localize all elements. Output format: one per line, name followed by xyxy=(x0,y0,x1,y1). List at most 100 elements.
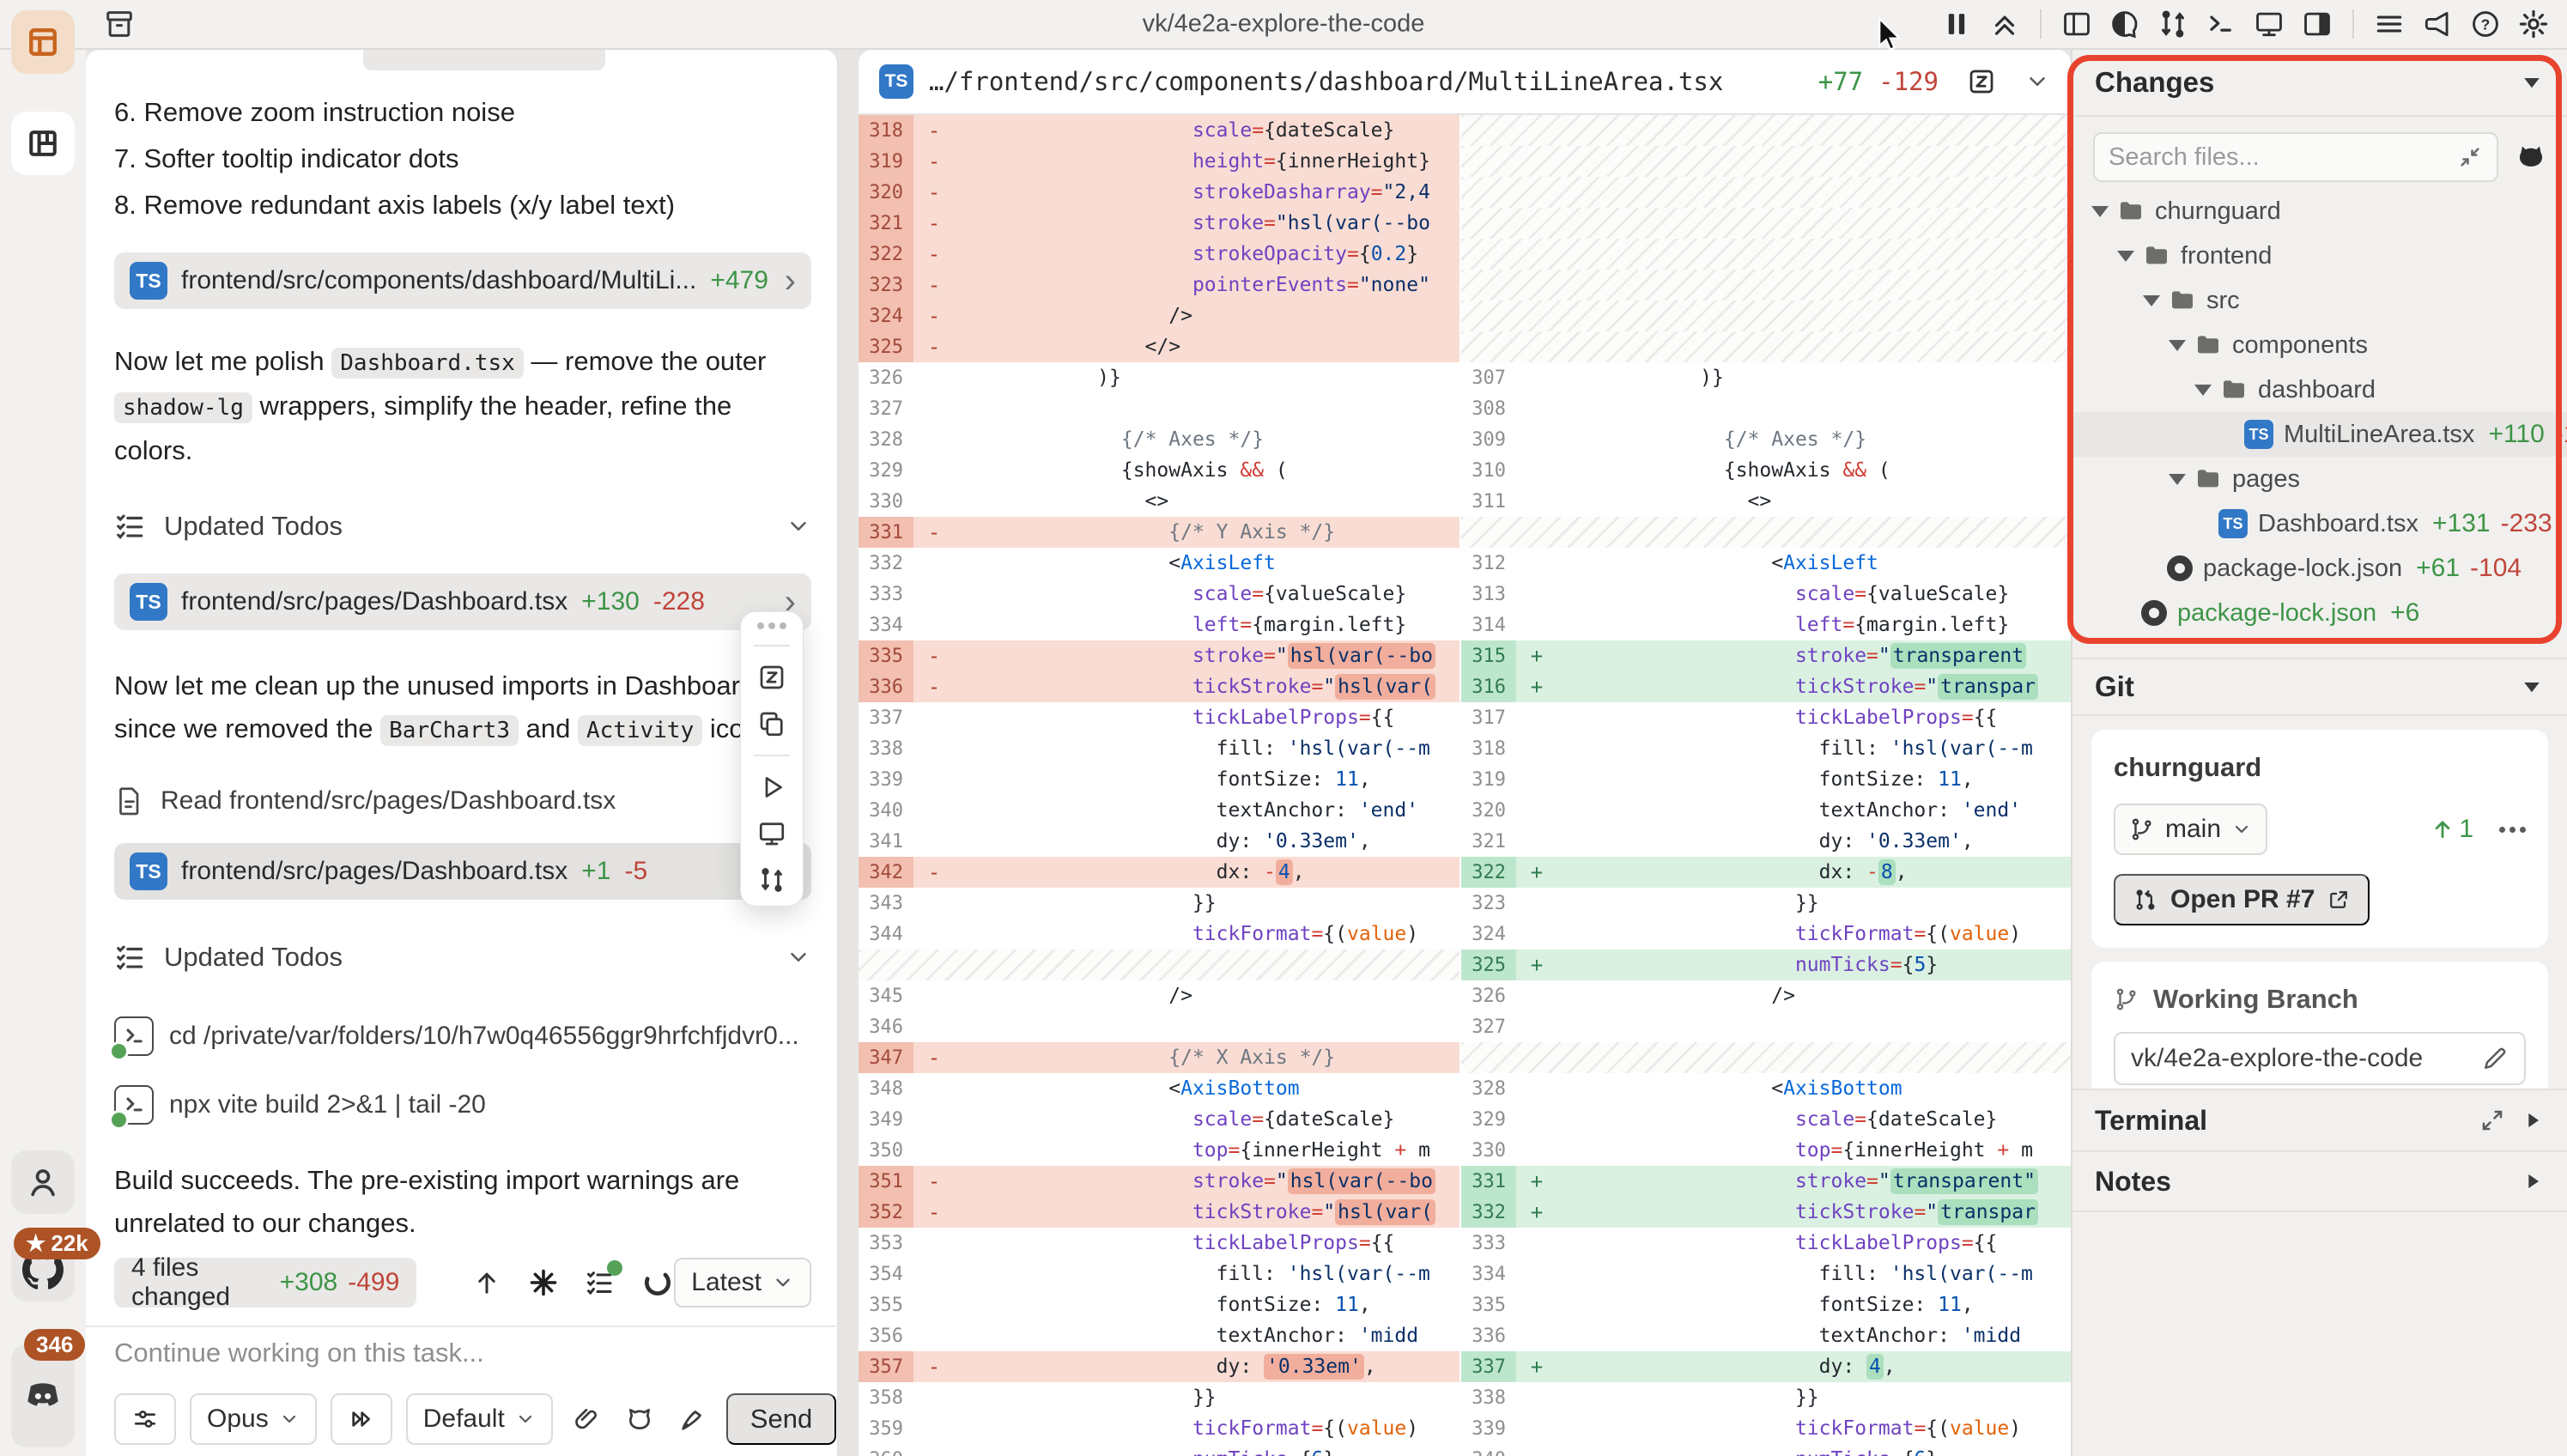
caret-right-icon xyxy=(2521,1108,2545,1132)
chat-text: Build succeeds. The pre-existing import … xyxy=(114,1165,739,1238)
branch-dropdown[interactable]: main xyxy=(2114,804,2267,855)
fast-forward-button[interactable] xyxy=(331,1393,392,1445)
diff-line: 324 tickFormat={(value) xyxy=(1459,919,2071,949)
signature-pen-icon[interactable] xyxy=(673,1393,713,1445)
diff-marker xyxy=(1516,579,1557,610)
attach-icon[interactable] xyxy=(567,1393,606,1445)
file-change-card[interactable]: TSfrontend/src/components/dashboard/Mult… xyxy=(114,252,811,309)
play-icon[interactable] xyxy=(756,772,787,803)
git-section-header[interactable]: Git xyxy=(2072,658,2567,716)
tree-row-pages[interactable]: pages xyxy=(2072,457,2567,501)
terminal-section-header[interactable]: Terminal xyxy=(2072,1089,2567,1150)
code-segment: "2,4 xyxy=(1383,181,1430,203)
cat-icon[interactable] xyxy=(620,1393,659,1445)
panel-right-icon[interactable] xyxy=(2297,4,2337,44)
code-segment: = xyxy=(1288,1448,1300,1456)
code-line: top={innerHeight + m xyxy=(955,1135,1459,1166)
code-segment xyxy=(1557,1232,1795,1254)
commits-ahead[interactable]: 1 xyxy=(2430,815,2473,844)
model-dropdown[interactable]: Opus xyxy=(190,1393,317,1445)
panel-left-icon[interactable] xyxy=(2057,4,2097,44)
chat-paragraph: Now let me polish Dashboard.tsx — remove… xyxy=(114,340,806,472)
tree-row-components[interactable]: components xyxy=(2072,323,2567,367)
diff-row: 324- /> xyxy=(859,300,2071,331)
settings-gear-icon[interactable] xyxy=(2514,4,2553,44)
monitor-icon[interactable] xyxy=(2249,4,2289,44)
workspace-button[interactable] xyxy=(11,10,75,74)
diff-row: 328 {/* Axes */}309 {/* Axes */} xyxy=(859,424,2071,455)
terminal-command-row[interactable]: npx vite build 2>&1 | tail -20 xyxy=(114,1083,811,1126)
chat-bubble-icon[interactable] xyxy=(2105,4,2145,44)
code-segment: numTicks xyxy=(1192,1448,1288,1456)
diff-line xyxy=(1459,115,2071,146)
scroll-up-icon[interactable] xyxy=(471,1267,502,1298)
diff-line: 314 left={margin.left} xyxy=(1459,610,2071,640)
help-icon[interactable]: ? xyxy=(2466,4,2505,44)
more-options-icon[interactable] xyxy=(757,622,786,629)
terminal-prompt-icon[interactable] xyxy=(2201,4,2241,44)
notes-section-header[interactable]: Notes xyxy=(2072,1150,2567,1212)
git-compare-icon[interactable] xyxy=(2153,4,2193,44)
composer-settings-button[interactable] xyxy=(114,1393,176,1445)
send-button[interactable]: Send xyxy=(726,1393,836,1445)
diff-line: 330 <> xyxy=(859,486,1459,517)
edit-pencil-icon[interactable] xyxy=(2481,1045,2509,1072)
tree-row-churnguard[interactable]: churnguard xyxy=(2072,189,2567,234)
tool-call-row[interactable]: Read frontend/src/pages/Dashboard.tsx xyxy=(114,780,811,822)
open-pr-button[interactable]: Open PR #7 xyxy=(2114,874,2370,925)
tree-row-package-lock-json[interactable]: package-lock.json+6 xyxy=(2072,591,2567,635)
file-change-card[interactable]: TSfrontend/src/pages/Dashboard.tsx+1-5 xyxy=(114,843,811,900)
code-line: textAnchor: 'end' xyxy=(955,795,1459,826)
file-change-card[interactable]: TSfrontend/src/pages/Dashboard.tsx+130-2… xyxy=(114,573,811,630)
mode-dropdown[interactable]: Default xyxy=(406,1393,553,1445)
files-changed-pill[interactable]: 4 files changed +308 -499 xyxy=(114,1258,416,1307)
code-segment: " xyxy=(1276,1170,1288,1192)
version-dropdown[interactable]: Latest xyxy=(674,1258,811,1307)
menu-icon[interactable] xyxy=(2370,4,2409,44)
inline-code-chip: Activity xyxy=(578,715,702,746)
code-segment: { xyxy=(1300,1448,1312,1456)
inline-diff-icon[interactable] xyxy=(1966,66,1997,97)
expand-icon[interactable] xyxy=(2479,1107,2505,1133)
updated-todos-row[interactable]: Updated Todos xyxy=(114,505,811,548)
tree-row-src[interactable]: src xyxy=(2072,278,2567,323)
archive-icon[interactable] xyxy=(100,4,139,44)
tree-item-counts: +61-104 xyxy=(2416,554,2521,583)
tree-row-multilinearea-tsx[interactable]: TSMultiLineArea.tsx+110-162 xyxy=(2072,412,2567,457)
chevron-down-icon[interactable] xyxy=(786,513,811,539)
cat-icon[interactable] xyxy=(2514,140,2548,174)
terminal-command-row[interactable]: cd /private/var/folders/10/h7w0q46556ggr… xyxy=(114,1015,811,1058)
inline-diff-icon[interactable] xyxy=(756,662,787,693)
composer-input[interactable]: Continue working on this task... xyxy=(114,1338,811,1368)
tree-item-counts: +131-233 xyxy=(2432,509,2552,538)
copy-icon[interactable] xyxy=(756,708,787,739)
chevron-down-icon[interactable] xyxy=(2024,69,2050,94)
changes-section-header[interactable]: Changes xyxy=(2072,50,2567,117)
git-compare-icon[interactable] xyxy=(756,864,787,895)
diff-row: 322- strokeOpacity={0.2} xyxy=(859,239,2071,270)
tree-item-name: frontend xyxy=(2181,242,2272,270)
collapse-tree-icon[interactable] xyxy=(2457,144,2483,170)
account-button[interactable] xyxy=(11,1150,75,1214)
updated-todos-row[interactable]: Updated Todos xyxy=(114,936,811,979)
spark-icon[interactable] xyxy=(528,1267,559,1298)
diff-line: 338 fill: 'hsl(var(--m xyxy=(859,733,1459,764)
diff-line: 325- </> xyxy=(859,331,1459,362)
search-files-input[interactable]: Search files... xyxy=(2093,132,2498,182)
tree-row-dashboard-tsx[interactable]: TSDashboard.tsx+131-233 xyxy=(2072,501,2567,546)
repo-more-icon[interactable] xyxy=(2499,827,2526,833)
monitor-icon[interactable] xyxy=(756,818,787,849)
todos-status-icon[interactable] xyxy=(585,1267,616,1298)
tree-row-frontend[interactable]: frontend xyxy=(2072,234,2567,278)
collapse-all-icon[interactable] xyxy=(1985,4,2024,44)
board-view-button[interactable] xyxy=(11,112,75,175)
chevron-down-icon[interactable] xyxy=(786,944,811,970)
tree-row-package-lock-json[interactable]: package-lock.json+61-104 xyxy=(2072,546,2567,591)
line-number: 308 xyxy=(1461,393,1516,424)
announcements-icon[interactable] xyxy=(2418,4,2457,44)
tree-row-dashboard[interactable]: dashboard xyxy=(2072,367,2567,412)
diff-line: 320 textAnchor: 'end' xyxy=(1459,795,2071,826)
pause-icon[interactable] xyxy=(1937,4,1976,44)
code-segment: fontSize: xyxy=(1557,1294,1938,1316)
working-branch-input[interactable]: vk/4e2a-explore-the-code xyxy=(2114,1032,2526,1085)
